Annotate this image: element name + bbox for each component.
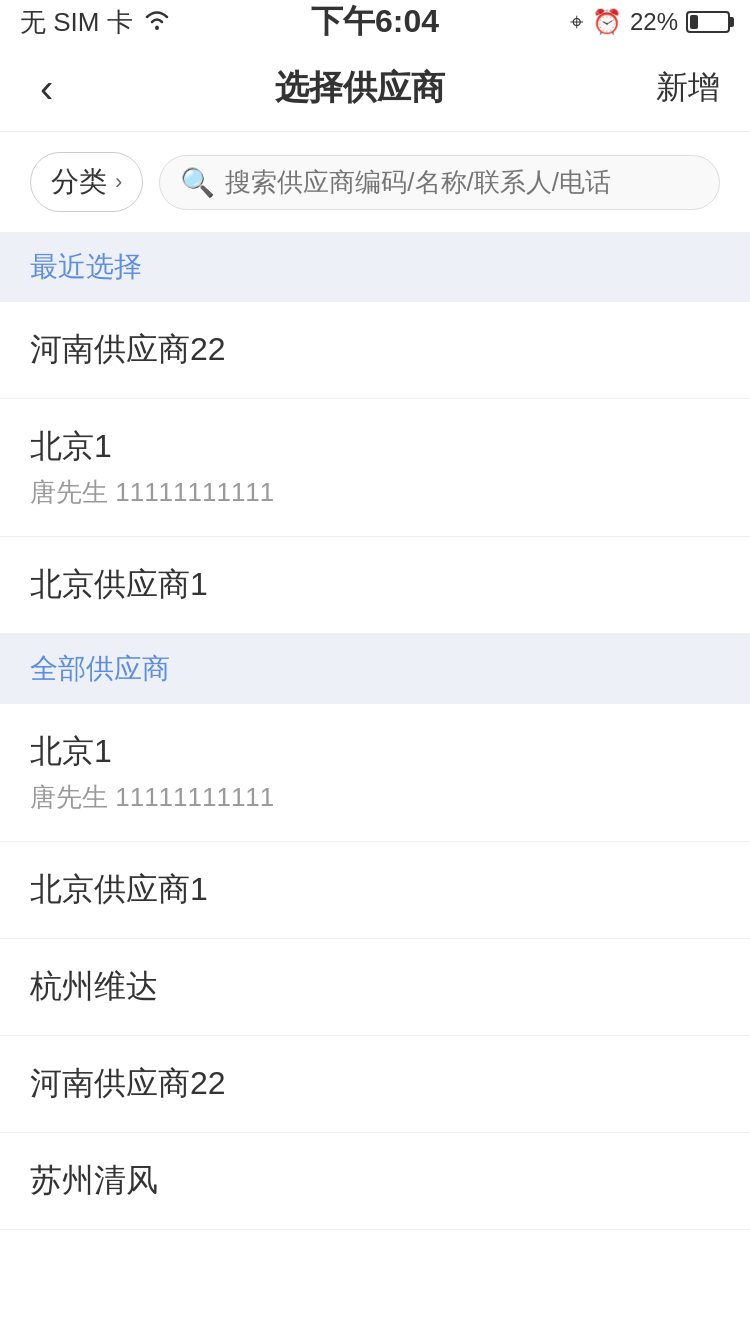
item-name: 杭州维达 (30, 965, 720, 1009)
filter-bar: 分类 › 🔍 (0, 132, 750, 232)
list-item[interactable]: 杭州维达 (0, 939, 750, 1036)
list-item[interactable]: 北京供应商1 (0, 537, 750, 634)
recent-section-label: 最近选择 (30, 251, 142, 282)
item-name: 北京1 (30, 730, 720, 774)
search-icon: 🔍 (180, 166, 215, 199)
item-sub: 唐先生 11111111111 (30, 475, 720, 510)
all-section-header: 全部供应商 (0, 634, 750, 704)
recent-list: 河南供应商22 北京1 唐先生 11111111111 北京供应商1 (0, 302, 750, 634)
all-list: 北京1 唐先生 11111111111 北京供应商1 杭州维达河南供应商22 苏州清风 (0, 704, 750, 1230)
status-bar: 无 SIM 卡 下午6:04 ⌖ ⏰ 22% (0, 0, 750, 44)
category-label: 分类 (51, 163, 107, 201)
no-sim-text: 无 SIM 卡 (20, 5, 133, 40)
status-time: 下午6:04 (311, 0, 439, 44)
nav-bar: ‹ 选择供应商 新增 (0, 44, 750, 132)
search-box[interactable]: 🔍 (159, 155, 720, 210)
location-icon: ⌖ (570, 8, 584, 36)
item-name: 河南供应商22 (30, 328, 720, 372)
item-sub: 唐先生 11111111111 (30, 780, 720, 815)
list-item[interactable]: 北京1 唐先生 11111111111 (0, 399, 750, 537)
all-section-label: 全部供应商 (30, 653, 170, 684)
battery-icon (686, 11, 730, 33)
item-name: 河南供应商22 (30, 1062, 720, 1106)
list-item[interactable]: 北京供应商1 (0, 842, 750, 939)
battery-percent: 22% (630, 8, 678, 36)
list-item[interactable]: 北京1 唐先生 11111111111 (0, 704, 750, 842)
status-left: 无 SIM 卡 (20, 5, 171, 40)
alarm-icon: ⏰ (592, 8, 622, 36)
search-input[interactable] (225, 167, 699, 198)
svg-point-0 (155, 26, 159, 30)
list-item[interactable]: 河南供应商22 (0, 302, 750, 399)
list-item[interactable]: 苏州清风 (0, 1133, 750, 1230)
item-name: 苏州清风 (30, 1159, 720, 1203)
item-name: 北京供应商1 (30, 868, 720, 912)
status-right: ⌖ ⏰ 22% (570, 8, 730, 36)
item-name: 北京1 (30, 425, 720, 469)
item-name: 北京供应商1 (30, 563, 720, 607)
wifi-icon (143, 7, 171, 38)
list-item[interactable]: 河南供应商22 (0, 1036, 750, 1133)
add-button[interactable]: 新增 (656, 66, 720, 110)
chevron-right-icon: › (115, 169, 122, 195)
recent-section-header: 最近选择 (0, 232, 750, 302)
category-filter[interactable]: 分类 › (30, 152, 143, 212)
page-title: 选择供应商 (275, 65, 445, 111)
back-button[interactable]: ‹ (30, 58, 63, 118)
